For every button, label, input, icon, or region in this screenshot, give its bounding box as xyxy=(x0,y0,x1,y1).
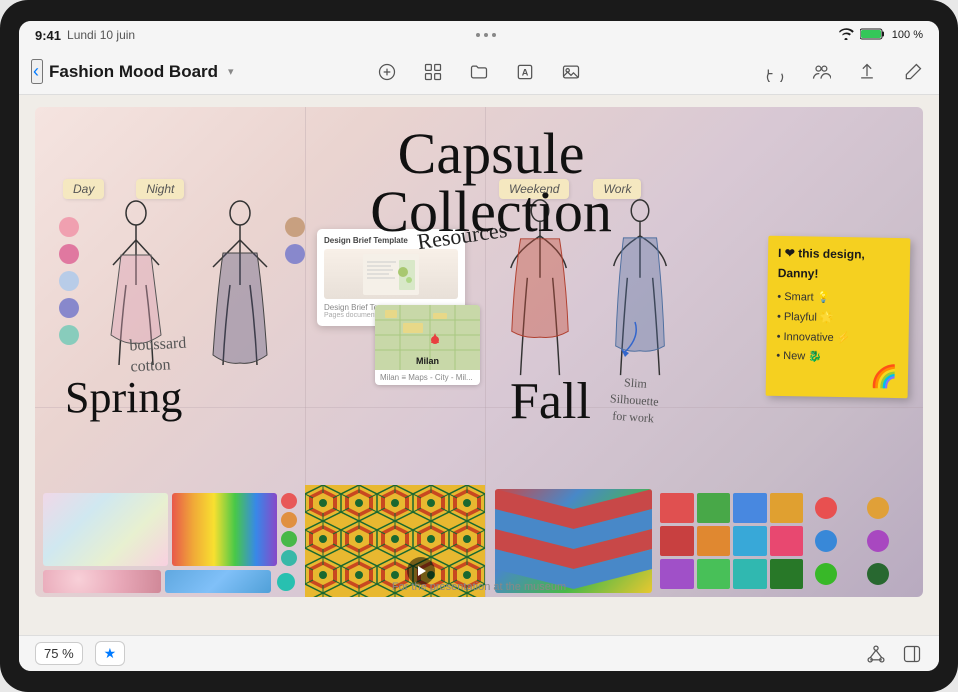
cg-8 xyxy=(770,526,803,556)
bottom-bar: 75 % ★ xyxy=(19,635,939,671)
status-right: 100 % xyxy=(838,28,923,43)
text-icon[interactable]: A xyxy=(511,58,539,86)
left-swatches-area xyxy=(35,489,305,597)
svg-text:A: A xyxy=(522,67,529,77)
sticky-bullets: • Smart 💡 • Playful 🌟 • Innovative ⚡ • N… xyxy=(776,288,899,369)
pencil-edit-icon[interactable] xyxy=(899,58,927,86)
ipad-frame: 9:41 Lundi 10 juin 10 xyxy=(0,0,958,692)
status-date: Lundi 10 juin xyxy=(67,28,135,42)
milan-map-subtitle: Milan ≡ Maps - City - Mil... xyxy=(375,370,480,385)
insert-image-icon[interactable] xyxy=(557,58,585,86)
status-dot-2 xyxy=(484,33,488,37)
mood-board: Capsule Collection Day Night xyxy=(35,107,923,597)
wifi-icon xyxy=(838,28,854,43)
toolbar-center: A xyxy=(330,58,629,86)
swatch-circle-2 xyxy=(281,512,297,528)
ipad-screen: 9:41 Lundi 10 juin 10 xyxy=(19,21,939,671)
night-dot-1 xyxy=(285,217,305,237)
share-icon[interactable] xyxy=(853,58,881,86)
annotate-icon[interactable] xyxy=(373,58,401,86)
night-sketch xyxy=(195,195,285,375)
rose-swatch xyxy=(43,570,161,593)
swatch-circle-4 xyxy=(281,550,297,566)
color-dot-1 xyxy=(59,217,79,237)
undo-icon[interactable] xyxy=(761,58,789,86)
status-bar: 9:41 Lundi 10 juin 10 xyxy=(19,21,939,49)
grid-icon[interactable] xyxy=(419,58,447,86)
pencils-swatch xyxy=(172,493,277,566)
cg-6 xyxy=(697,526,730,556)
iridescent-swatch xyxy=(43,493,168,566)
status-time: 9:41 xyxy=(35,28,61,43)
network-icon[interactable] xyxy=(865,643,887,665)
toolbar-right xyxy=(628,58,927,86)
spring-label: Spring xyxy=(65,372,182,423)
canvas-area[interactable]: Capsule Collection Day Night xyxy=(19,95,939,635)
swatch-circles-right xyxy=(281,493,297,566)
folder-icon[interactable] xyxy=(465,58,493,86)
cc-5 xyxy=(815,563,837,585)
cg-10 xyxy=(697,559,730,589)
cg-4 xyxy=(770,493,803,523)
back-chevron-icon: ‹ xyxy=(33,61,39,82)
cg-11 xyxy=(733,559,766,589)
star-button[interactable]: ★ xyxy=(95,641,126,666)
zoom-level[interactable]: 75 % xyxy=(35,642,83,665)
night-dot-2 xyxy=(285,244,305,264)
cg-5 xyxy=(660,526,693,556)
star-icon: ★ xyxy=(104,645,117,661)
cc-1 xyxy=(815,497,837,519)
title-dropdown-icon[interactable]: ▾ xyxy=(228,65,234,78)
sticky-rainbow-icon: 🌈 xyxy=(870,364,898,390)
slim-label: Slim Silhouette for work xyxy=(608,373,660,427)
color-dot-5 xyxy=(59,325,79,345)
cg-7 xyxy=(733,526,766,556)
cg-9 xyxy=(660,559,693,589)
cc-4 xyxy=(867,530,889,552)
battery-icon xyxy=(860,28,886,43)
color-dot-2 xyxy=(59,244,79,264)
arrow-annotation xyxy=(605,317,645,362)
sidebar-toggle-icon[interactable] xyxy=(901,643,923,665)
cc-3 xyxy=(815,530,837,552)
design-brief-thumbnail xyxy=(324,249,458,299)
color-grid xyxy=(656,489,807,593)
status-dot-1 xyxy=(476,33,480,37)
color-dot-4 xyxy=(59,298,79,318)
milan-map-card[interactable]: Milan Milan ≡ Maps - City - Mil... xyxy=(375,305,480,385)
caption-text: For the presentation at the museum xyxy=(392,581,566,593)
swatch-circle-3 xyxy=(281,531,297,547)
cg-3 xyxy=(733,493,766,523)
cc-6 xyxy=(867,563,889,585)
collaborate-icon[interactable] xyxy=(807,58,835,86)
status-dot-3 xyxy=(492,33,496,37)
toolbar-left: ‹ Fashion Mood Board ▾ xyxy=(31,59,330,84)
cg-12 xyxy=(770,559,803,589)
swatch-circle-1 xyxy=(281,493,297,509)
milan-label: Milan xyxy=(416,356,439,366)
cg-2 xyxy=(697,493,730,523)
left-color-dots xyxy=(59,217,79,345)
bottom-left: 75 % ★ xyxy=(35,641,125,666)
sticky-note: I ❤ this design, Danny! • Smart 💡 • Play… xyxy=(766,236,911,398)
milan-map-thumbnail: Milan xyxy=(375,305,480,370)
bottom-right xyxy=(865,643,923,665)
teal-circle xyxy=(277,573,295,591)
chevron-swatch xyxy=(495,489,652,593)
cg-1 xyxy=(660,493,693,523)
sticky-line2: Danny! xyxy=(778,266,900,282)
toolbar: ‹ Fashion Mood Board ▾ xyxy=(19,49,939,95)
status-center xyxy=(476,33,496,37)
capsule-title: Capsule Collection xyxy=(370,125,612,241)
color-dot-3 xyxy=(59,271,79,291)
night-color-dots xyxy=(285,217,305,264)
battery-label: 100 % xyxy=(892,29,923,41)
doc-title: Fashion Mood Board xyxy=(49,62,218,82)
sticky-line1: I ❤ this design, xyxy=(778,246,900,262)
cc-2 xyxy=(867,497,889,519)
circle-grid xyxy=(811,489,919,593)
back-button[interactable]: ‹ xyxy=(31,59,43,84)
candy-swatch xyxy=(165,570,271,593)
fall-label: Fall xyxy=(510,372,591,431)
